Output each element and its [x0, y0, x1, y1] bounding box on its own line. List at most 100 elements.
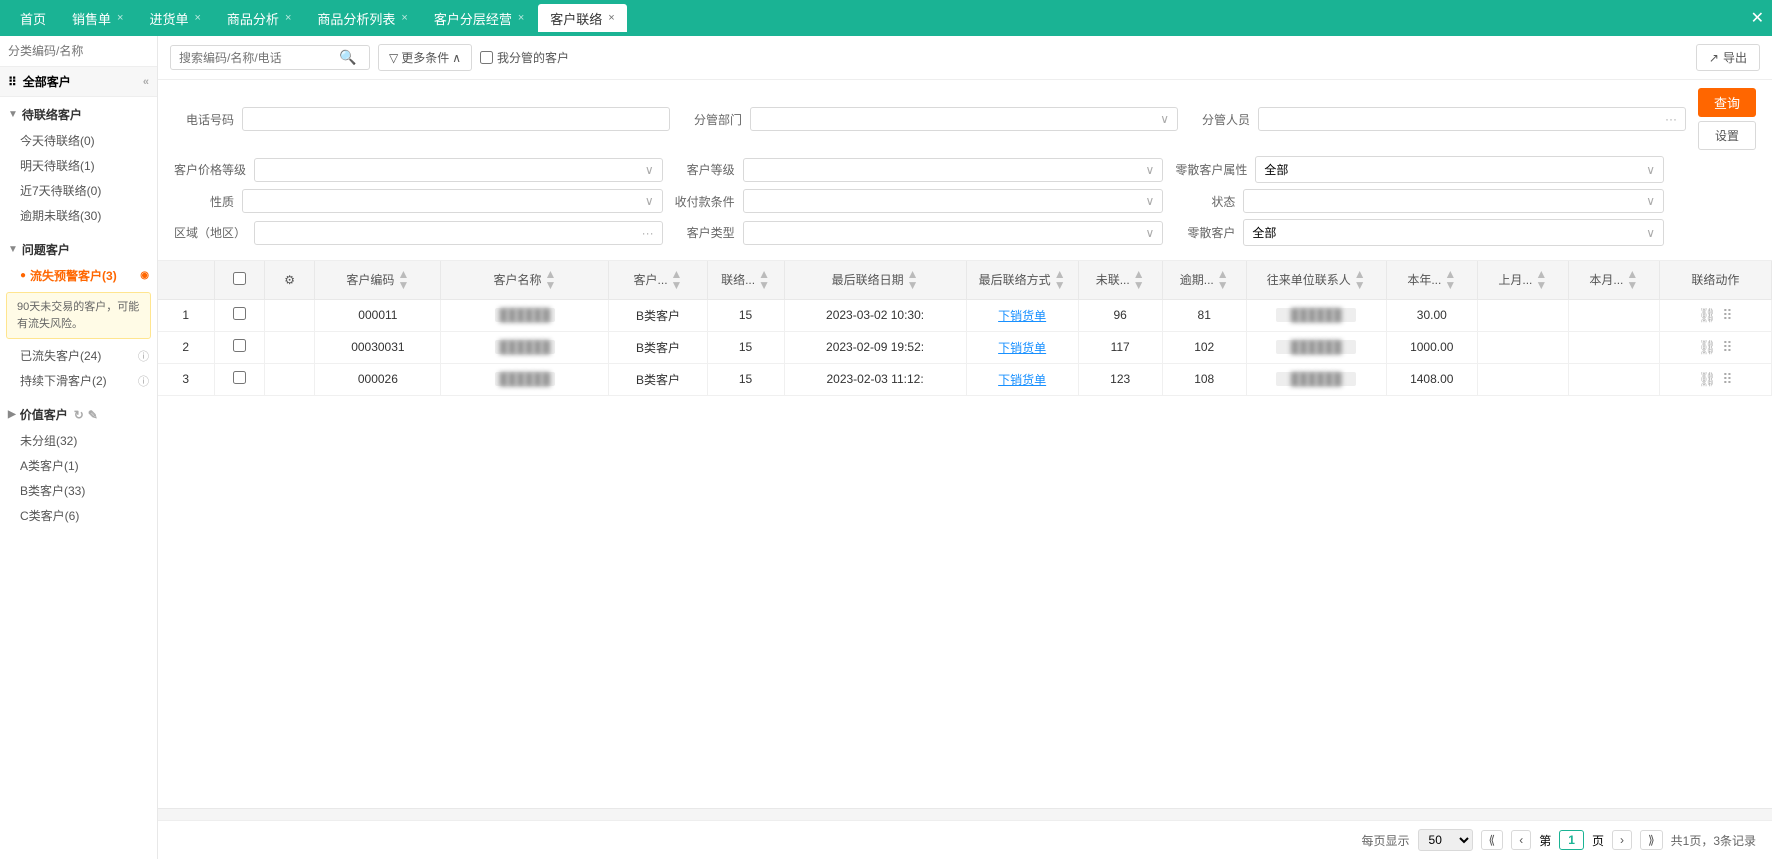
tab-analysis[interactable]: 商品分析 ×: [215, 4, 303, 32]
tab-customer-tier-close[interactable]: ×: [518, 12, 524, 24]
search-input[interactable]: [179, 51, 339, 65]
row-checkbox[interactable]: [233, 307, 246, 320]
sidebar-search-input[interactable]: [8, 44, 158, 58]
row-checkbox[interactable]: [233, 339, 246, 352]
th-date[interactable]: 最后联络日期 ▲▼: [784, 261, 966, 299]
window-close-icon[interactable]: ✕: [1751, 8, 1764, 28]
filter-status-select[interactable]: ∨: [1243, 189, 1664, 213]
my-customer-checkbox[interactable]: [480, 51, 493, 64]
cell-way[interactable]: 下销货单: [966, 363, 1078, 395]
filter-status-label: 状态: [1175, 193, 1235, 210]
sidebar-item-tomorrow-pending[interactable]: 明天待联络(1): [0, 153, 157, 178]
th-way[interactable]: 最后联络方式 ▲▼: [966, 261, 1078, 299]
tab-purchase-close[interactable]: ×: [194, 12, 200, 24]
tab-sales[interactable]: 销售单 ×: [60, 4, 135, 32]
filter-scatter-customer-select[interactable]: 全部 ∨: [1243, 219, 1664, 246]
page-next-button[interactable]: ›: [1612, 830, 1632, 850]
action-more-icon[interactable]: ⠿: [1722, 371, 1732, 388]
th-contact[interactable]: 联络... ▲▼: [707, 261, 784, 299]
sort-overdue-icon: ▲▼: [1217, 269, 1229, 291]
th-contact-person[interactable]: 往来单位联系人 ▲▼: [1246, 261, 1386, 299]
sidebar-item-ungroup[interactable]: 未分组(32): [0, 428, 157, 453]
action-link-icon[interactable]: ⛓: [1698, 307, 1716, 324]
page-prev-button[interactable]: ‹: [1511, 830, 1531, 850]
filter-person-select[interactable]: ···: [1258, 107, 1686, 131]
more-filter-button[interactable]: ▽ 更多条件 ∧: [378, 44, 472, 71]
page-first-button[interactable]: ⟪: [1481, 830, 1504, 850]
th-lastmonth[interactable]: 上月... ▲▼: [1477, 261, 1568, 299]
th-thismonth[interactable]: 本月... ▲▼: [1568, 261, 1659, 299]
filter-status: 状态 ∨: [1175, 189, 1664, 213]
export-button[interactable]: ↗ 导出: [1696, 44, 1760, 71]
tab-purchase[interactable]: 进货单 ×: [137, 4, 212, 32]
filter-payment-label: 收付款条件: [675, 193, 735, 210]
filter-row-3: 性质 ∨ 收付款条件 ∨ 状态: [174, 189, 1756, 213]
query-button[interactable]: 查询: [1698, 88, 1756, 117]
sidebar-item-churn-warning[interactable]: ● 流失预警客户(3) ◉: [0, 263, 157, 288]
filter-payment-select[interactable]: ∨: [743, 189, 1164, 213]
filter-customer-grade-select[interactable]: ∨: [743, 158, 1164, 182]
th-code[interactable]: 客户编码 ▲▼: [315, 261, 441, 299]
sidebar-item-today-pending[interactable]: 今天待联络(0): [0, 128, 157, 153]
filter-region-select[interactable]: ···: [254, 221, 663, 245]
tab-analysis-list-close[interactable]: ×: [401, 12, 407, 24]
filter-nature-select[interactable]: ∨: [242, 189, 663, 213]
action-link-icon[interactable]: ⛓: [1698, 371, 1716, 388]
th-class[interactable]: 客户... ▲▼: [609, 261, 707, 299]
group-risky-title[interactable]: ▼ 问题客户: [0, 236, 157, 263]
filter-customer-type-select[interactable]: ∨: [743, 221, 1164, 245]
action-more-icon[interactable]: ⠿: [1722, 339, 1732, 356]
sidebar-search-wrap: 🔍: [0, 36, 157, 67]
edit-icon[interactable]: ✎: [88, 408, 98, 422]
sidebar-item-c-class[interactable]: C类客户(6): [0, 503, 157, 528]
page-last-button[interactable]: ⟫: [1640, 830, 1663, 850]
th-year[interactable]: 本年... ▲▼: [1386, 261, 1477, 299]
cell-way[interactable]: 下销货单: [966, 331, 1078, 363]
tab-sales-close[interactable]: ×: [117, 12, 123, 24]
tab-analysis-close[interactable]: ×: [285, 12, 291, 24]
tab-analysis-list[interactable]: 商品分析列表 ×: [305, 4, 419, 32]
cell-check[interactable]: [214, 331, 264, 363]
sidebar-item-overdue-pending[interactable]: 逾期未联络(30): [0, 203, 157, 228]
sidebar-all-customers[interactable]: ⠿ 全部客户 «: [0, 67, 157, 97]
tab-customer-link[interactable]: 客户联络 ×: [538, 4, 626, 32]
tab-customer-tier[interactable]: 客户分层经营 ×: [422, 4, 536, 32]
sidebar-item-a-class[interactable]: A类客户(1): [0, 453, 157, 478]
filter-scatter-attr: 零散客户属性 全部 ∨: [1175, 156, 1664, 183]
refresh-icon[interactable]: ↻: [74, 408, 84, 422]
th-setting[interactable]: ⚙: [264, 261, 314, 299]
th-unlinkdays[interactable]: 未联... ▲▼: [1078, 261, 1162, 299]
cell-name: ██████: [441, 363, 609, 395]
tab-home[interactable]: 首页: [8, 4, 58, 32]
filter-dept-select[interactable]: ∨: [750, 107, 1178, 131]
action-link-icon[interactable]: ⛓: [1698, 339, 1716, 356]
tab-customer-link-close[interactable]: ×: [608, 12, 614, 24]
cell-check[interactable]: [214, 299, 264, 331]
th-overdue[interactable]: 逾期... ▲▼: [1162, 261, 1246, 299]
filter-scatter-attr-select[interactable]: 全部 ∨: [1255, 156, 1664, 183]
action-more-icon[interactable]: ⠿: [1722, 307, 1732, 324]
cell-unlinkdays: 123: [1078, 363, 1162, 395]
per-page-select[interactable]: 50 100 200: [1418, 829, 1473, 851]
group-pending-title[interactable]: ▼ 待联络客户: [0, 101, 157, 128]
group-risky: ▼ 问题客户 ● 流失预警客户(3) ◉ 90天未交易的客户，可能有流失风险。 …: [0, 232, 157, 397]
setting-button[interactable]: 设置: [1698, 121, 1756, 150]
table-wrap: ⚙ 客户编码 ▲▼ 客户名称 ▲▼: [158, 261, 1772, 808]
sidebar-item-b-class[interactable]: B类客户(33): [0, 478, 157, 503]
select-all-checkbox[interactable]: [233, 272, 246, 285]
filter-price-grade-select[interactable]: ∨: [254, 158, 663, 182]
cell-way[interactable]: 下销货单: [966, 299, 1078, 331]
sidebar-collapse-icon[interactable]: «: [143, 76, 149, 88]
payment-dropdown-icon: ∨: [1146, 194, 1155, 208]
sidebar-item-week-pending[interactable]: 近7天待联络(0): [0, 178, 157, 203]
group-value-title[interactable]: ▶ 价值客户 ↻ ✎: [0, 401, 157, 428]
sidebar-item-declining[interactable]: 持续下滑客户(2) ⓘ: [0, 368, 157, 393]
filter-phone-input[interactable]: [242, 107, 670, 131]
my-customer-wrap[interactable]: 我分管的客户: [480, 49, 569, 66]
horizontal-scrollbar[interactable]: [158, 808, 1772, 820]
cell-check[interactable]: [214, 363, 264, 395]
th-name[interactable]: 客户名称 ▲▼: [441, 261, 609, 299]
search-button[interactable]: 🔍: [339, 49, 356, 66]
sidebar-item-churned[interactable]: 已流失客户(24) ⓘ: [0, 343, 157, 368]
row-checkbox[interactable]: [233, 371, 246, 384]
